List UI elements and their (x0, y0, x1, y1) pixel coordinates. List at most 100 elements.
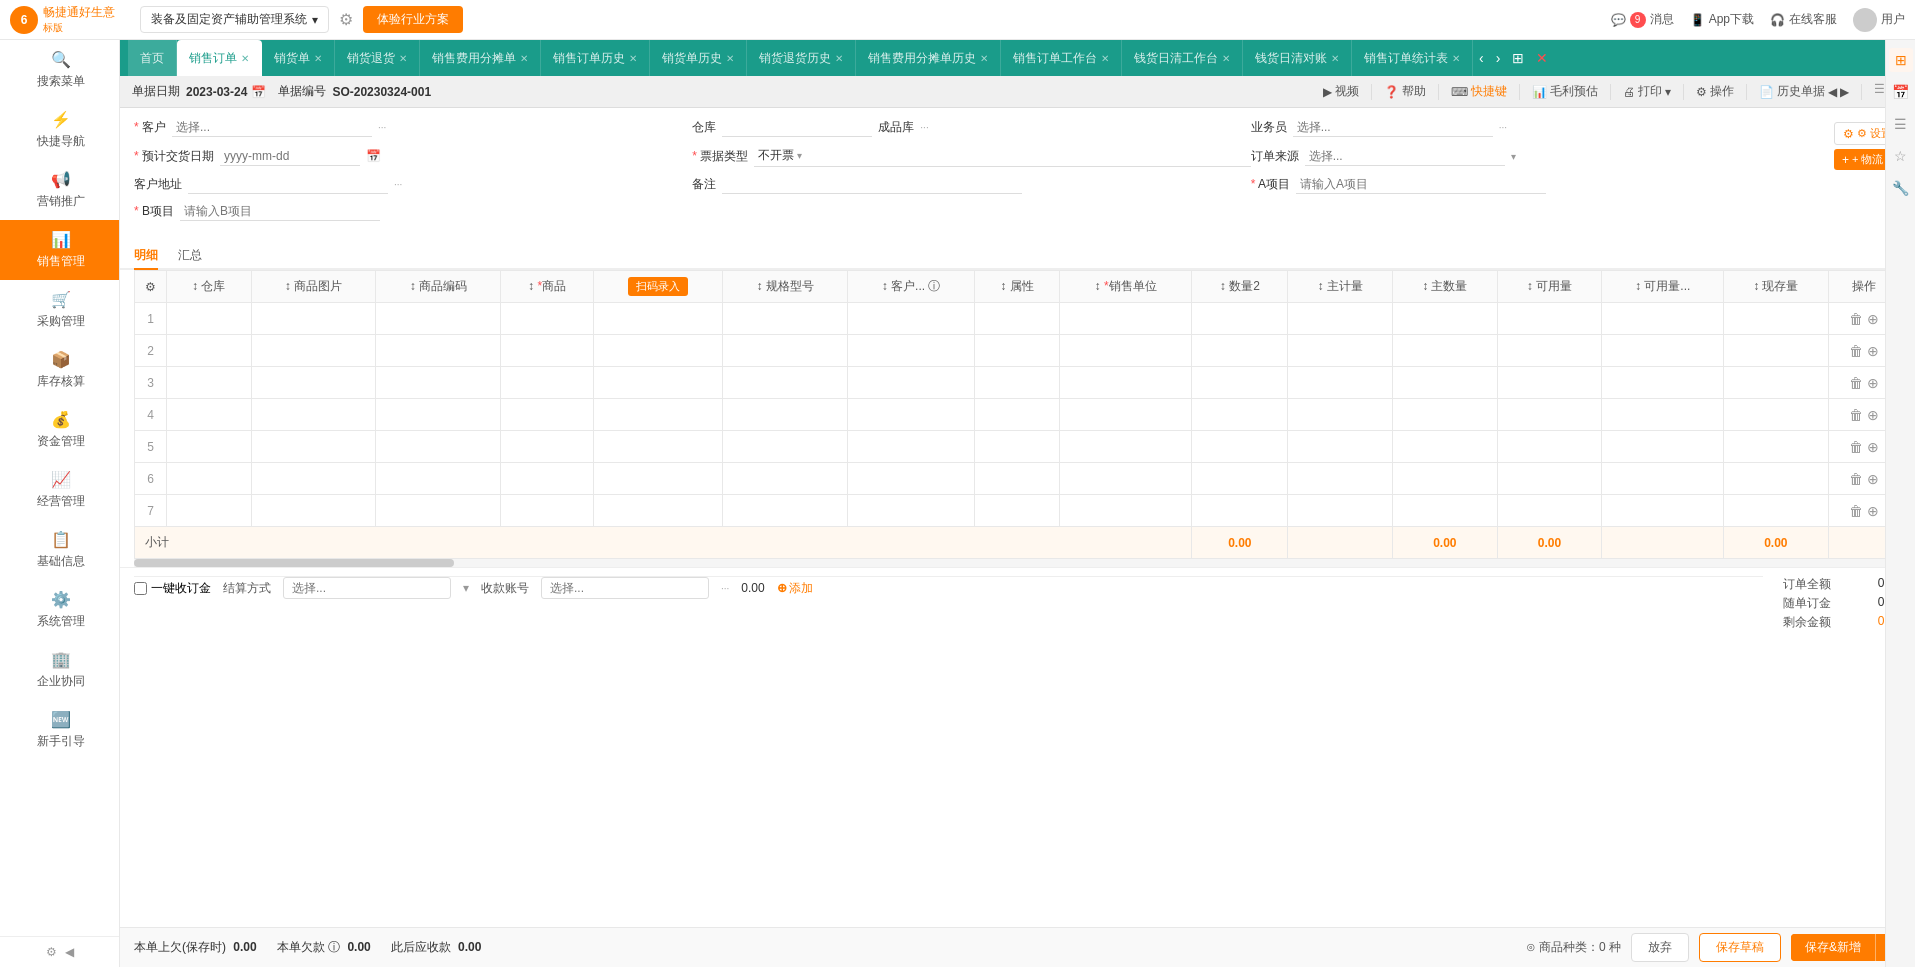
rp-star-icon[interactable]: ☆ (1889, 144, 1913, 168)
row-delete-icon[interactable]: 🗑 (1849, 503, 1863, 519)
tab-cash-reconcile[interactable]: 钱货日清对账 ✕ (1243, 40, 1352, 76)
tab-close-fee-history[interactable]: ✕ (980, 53, 988, 64)
tab-sales-return[interactable]: 销货单 ✕ (262, 40, 335, 76)
list-view-icon[interactable]: ☰ (1874, 82, 1885, 101)
sidebar-item-promo[interactable]: 📢 营销推广 (0, 160, 119, 220)
tab-order-workbench[interactable]: 销售订单工作台 ✕ (1001, 40, 1122, 76)
row-copy-icon[interactable]: ⊕ (1867, 439, 1879, 455)
message-btn[interactable]: 💬 9 消息 (1611, 11, 1674, 28)
save-draft-btn[interactable]: 保存草稿 (1699, 933, 1781, 962)
tab-sales-refund[interactable]: 销货退货 ✕ (335, 40, 420, 76)
tab-cash-workbench[interactable]: 钱货日清工作台 ✕ (1122, 40, 1243, 76)
scroll-thumb[interactable] (134, 559, 454, 567)
row-copy-icon[interactable]: ⊕ (1867, 375, 1879, 391)
row-delete-icon[interactable]: 🗑 (1849, 311, 1863, 327)
delivery-date-input[interactable] (220, 147, 360, 166)
tab-close-cash-workbench[interactable]: ✕ (1222, 53, 1230, 64)
tab-order-stats[interactable]: 销售订单统计表 ✕ (1352, 40, 1473, 76)
tab-close-sales-order[interactable]: ✕ (241, 53, 249, 64)
rp-expand-icon[interactable]: ⊞ (1889, 48, 1913, 72)
app-download-btn[interactable]: 📱 App下载 (1690, 11, 1754, 28)
rp-calendar-icon[interactable]: 📅 (1889, 80, 1913, 104)
sidebar-item-basic[interactable]: 📋 基础信息 (0, 520, 119, 580)
rp-list-icon[interactable]: ☰ (1889, 112, 1913, 136)
save-new-main-btn[interactable]: 保存&新增 (1791, 934, 1875, 961)
tab-close-sales-return[interactable]: ✕ (314, 53, 322, 64)
row-delete-icon[interactable]: 🗑 (1849, 471, 1863, 487)
row-delete-icon[interactable]: 🗑 (1849, 439, 1863, 455)
tab-next-btn[interactable]: › (1490, 50, 1507, 66)
tab-close-order-stats[interactable]: ✕ (1452, 53, 1460, 64)
warehouse-more-btn[interactable]: ··· (920, 122, 928, 133)
tab-home[interactable]: 首页 (128, 40, 177, 76)
address-more-btn[interactable]: ··· (394, 179, 402, 190)
sidebar-settings-icon[interactable]: ⚙ (46, 945, 57, 959)
tab-summary[interactable]: 汇总 (178, 243, 202, 270)
row-copy-icon[interactable]: ⊕ (1867, 503, 1879, 519)
warehouse-input[interactable] (722, 118, 872, 137)
tab-close-cash-reconcile[interactable]: ✕ (1331, 53, 1339, 64)
row-copy-icon[interactable]: ⊕ (1867, 311, 1879, 327)
tab-detail[interactable]: 明细 (134, 243, 158, 270)
a-project-input[interactable] (1296, 175, 1546, 194)
tab-fee-split[interactable]: 销售费用分摊单 ✕ (420, 40, 541, 76)
operations-btn[interactable]: ⚙ 操作 (1696, 83, 1734, 100)
settings-icon-btn[interactable]: ⚙ (339, 10, 353, 29)
row-copy-icon[interactable]: ⊕ (1867, 407, 1879, 423)
tab-fee-history[interactable]: 销售费用分摊单历史 ✕ (856, 40, 1001, 76)
print-btn[interactable]: 🖨 打印 ▾ (1623, 83, 1671, 100)
tab-refund-history[interactable]: 销货退货历史 ✕ (747, 40, 856, 76)
scan-btn[interactable]: 扫码录入 (628, 277, 688, 296)
tab-close-fee-split[interactable]: ✕ (520, 53, 528, 64)
tab-close-sales-refund[interactable]: ✕ (399, 53, 407, 64)
shortcut-btn[interactable]: ⌨ 快捷键 (1451, 83, 1507, 100)
tab-prev-btn[interactable]: ‹ (1473, 50, 1490, 66)
customer-input[interactable] (172, 118, 372, 137)
row-copy-icon[interactable]: ⊕ (1867, 471, 1879, 487)
solution-btn[interactable]: 体验行业方案 (363, 6, 463, 33)
discard-btn[interactable]: 放弃 (1631, 933, 1689, 962)
sidebar-item-operations[interactable]: 📈 经营管理 (0, 460, 119, 520)
row-delete-icon[interactable]: 🗑 (1849, 407, 1863, 423)
sidebar-item-inventory[interactable]: 📦 库存核算 (0, 340, 119, 400)
rp-tool-icon[interactable]: 🔧 (1889, 176, 1913, 200)
one-click-checkout-checkbox[interactable]: 一键收订金 (134, 580, 211, 597)
tab-order-history[interactable]: 销售订单历史 ✕ (541, 40, 650, 76)
tab-more-btn[interactable]: ⊞ (1506, 50, 1530, 66)
invoice-type-select[interactable]: 不开票 ▾ (754, 145, 1250, 167)
row-delete-icon[interactable]: 🗑 (1849, 343, 1863, 359)
payment-dropdown-icon[interactable]: ▾ (463, 581, 469, 595)
help-btn[interactable]: ❓ 帮助 (1384, 83, 1426, 100)
sidebar-item-guide[interactable]: 🆕 新手引导 (0, 700, 119, 760)
sidebar-item-purchase[interactable]: 🛒 采购管理 (0, 280, 119, 340)
tab-close-order-history[interactable]: ✕ (629, 53, 637, 64)
tab-close-refund-history[interactable]: ✕ (835, 53, 843, 64)
history-doc-btn[interactable]: 📄 历史单据 ◀ ▶ (1759, 83, 1849, 100)
tab-close-order-workbench[interactable]: ✕ (1101, 53, 1109, 64)
user-menu[interactable]: 用户 (1853, 8, 1905, 32)
staff-input[interactable] (1293, 118, 1493, 137)
col-settings[interactable]: ⚙ (135, 271, 167, 303)
remark-input[interactable] (722, 175, 1022, 194)
row-copy-icon[interactable]: ⊕ (1867, 343, 1879, 359)
sidebar-item-system[interactable]: ⚙️ 系统管理 (0, 580, 119, 640)
staff-more-btn[interactable]: ··· (1499, 122, 1507, 133)
receipt-more-btn[interactable]: ··· (721, 583, 729, 594)
online-service-btn[interactable]: 🎧 在线客服 (1770, 11, 1837, 28)
view-btn[interactable]: ▶ 视频 (1323, 83, 1359, 100)
sidebar-item-quick[interactable]: ⚡ 快捷导航 (0, 100, 119, 160)
sidebar-collapse-icon[interactable]: ◀ (65, 945, 74, 959)
tab-close-all-btn[interactable]: ✕ (1530, 50, 1554, 66)
sidebar-item-enterprise[interactable]: 🏢 企业协同 (0, 640, 119, 700)
doc-date-calendar-icon[interactable]: 📅 (251, 85, 266, 99)
tab-close-return-history[interactable]: ✕ (726, 53, 734, 64)
horizontal-scrollbar[interactable] (134, 559, 1901, 567)
tab-sales-order[interactable]: 销售订单 ✕ (177, 40, 262, 76)
b-project-input[interactable] (180, 202, 380, 221)
add-payment-btn[interactable]: ⊕ 添加 (777, 580, 813, 597)
tab-return-history[interactable]: 销货单历史 ✕ (650, 40, 747, 76)
sidebar-item-finance[interactable]: 💰 资金管理 (0, 400, 119, 460)
row-delete-icon[interactable]: 🗑 (1849, 375, 1863, 391)
sidebar-item-sales[interactable]: 📊 销售管理 (0, 220, 119, 280)
customer-address-input[interactable] (188, 175, 388, 194)
